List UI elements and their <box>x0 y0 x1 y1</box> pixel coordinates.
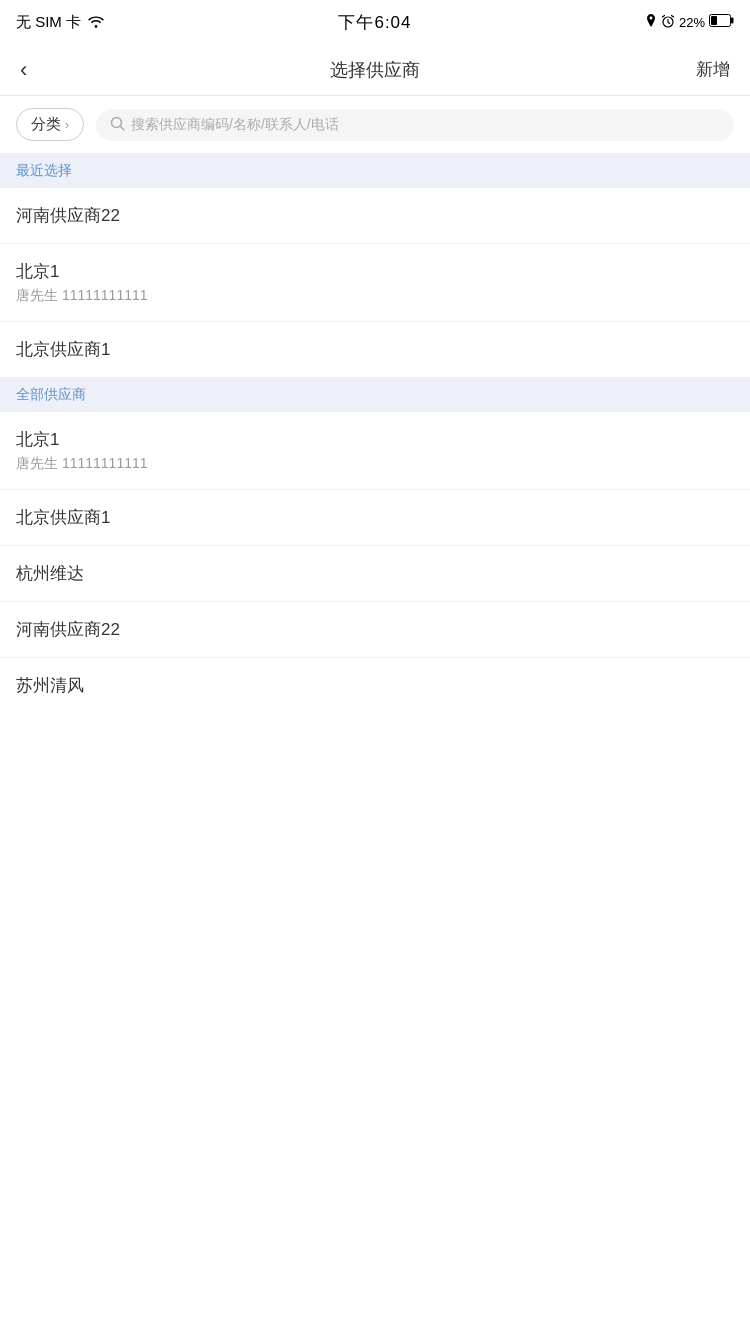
all-section-header: 全部供应商 <box>0 377 750 412</box>
battery-text: 22% <box>679 15 705 30</box>
supplier-name: 河南供应商22 <box>16 618 734 641</box>
recent-list-item[interactable]: 北京1 唐先生 11111111111 <box>0 244 750 322</box>
all-list-item[interactable]: 北京供应商1 <box>0 490 750 546</box>
status-bar-left: 无 SIM 卡 <box>16 13 105 32</box>
category-filter-button[interactable]: 分类 › <box>16 108 84 141</box>
back-button[interactable]: ‹ <box>20 57 60 83</box>
alarm-icon <box>661 14 675 31</box>
supplier-contact: 唐先生 11111111111 <box>16 455 734 473</box>
all-items-list: 北京1 唐先生 11111111111 北京供应商1 杭州维达河南供应商22 苏州清风 <box>0 412 750 713</box>
svg-rect-3 <box>731 18 734 24</box>
search-icon <box>110 116 125 134</box>
recent-list-item[interactable]: 北京供应商1 <box>0 322 750 377</box>
recent-items-list: 河南供应商22 北京1 唐先生 11111111111 北京供应商1 <box>0 188 750 377</box>
chevron-right-icon: › <box>65 118 69 132</box>
svg-rect-2 <box>711 16 717 25</box>
filter-row: 分类 › 搜索供应商编码/名称/联系人/电话 <box>0 96 750 153</box>
status-bar: 无 SIM 卡 下午6:04 22% <box>0 0 750 44</box>
supplier-name: 河南供应商22 <box>16 204 734 227</box>
all-list-item[interactable]: 北京1 唐先生 11111111111 <box>0 412 750 490</box>
recent-section-label: 最近选择 <box>16 162 72 178</box>
battery-icon <box>709 14 734 30</box>
supplier-name: 北京供应商1 <box>16 506 734 529</box>
recent-list-item[interactable]: 河南供应商22 <box>0 188 750 244</box>
no-sim-text: 无 SIM 卡 <box>16 13 81 32</box>
category-label: 分类 <box>31 115 61 134</box>
search-input-box[interactable]: 搜索供应商编码/名称/联系人/电话 <box>96 109 734 141</box>
supplier-name: 杭州维达 <box>16 562 734 585</box>
nav-bar: ‹ 选择供应商 新增 <box>0 44 750 96</box>
location-icon <box>645 14 657 31</box>
supplier-name: 北京供应商1 <box>16 338 734 361</box>
all-list-item[interactable]: 杭州维达 <box>0 546 750 602</box>
recent-section-header: 最近选择 <box>0 153 750 188</box>
supplier-name: 苏州清风 <box>16 674 734 697</box>
all-list-item[interactable]: 苏州清风 <box>0 658 750 713</box>
status-bar-right: 22% <box>645 14 734 31</box>
supplier-name: 北京1 <box>16 428 734 451</box>
status-bar-time: 下午6:04 <box>338 11 411 34</box>
wifi-icon <box>87 14 105 31</box>
supplier-contact: 唐先生 11111111111 <box>16 287 734 305</box>
search-placeholder-text: 搜索供应商编码/名称/联系人/电话 <box>131 116 339 134</box>
all-section-label: 全部供应商 <box>16 386 86 402</box>
page-title: 选择供应商 <box>330 58 420 82</box>
new-action-button[interactable]: 新增 <box>690 58 730 81</box>
all-list-item[interactable]: 河南供应商22 <box>0 602 750 658</box>
supplier-name: 北京1 <box>16 260 734 283</box>
